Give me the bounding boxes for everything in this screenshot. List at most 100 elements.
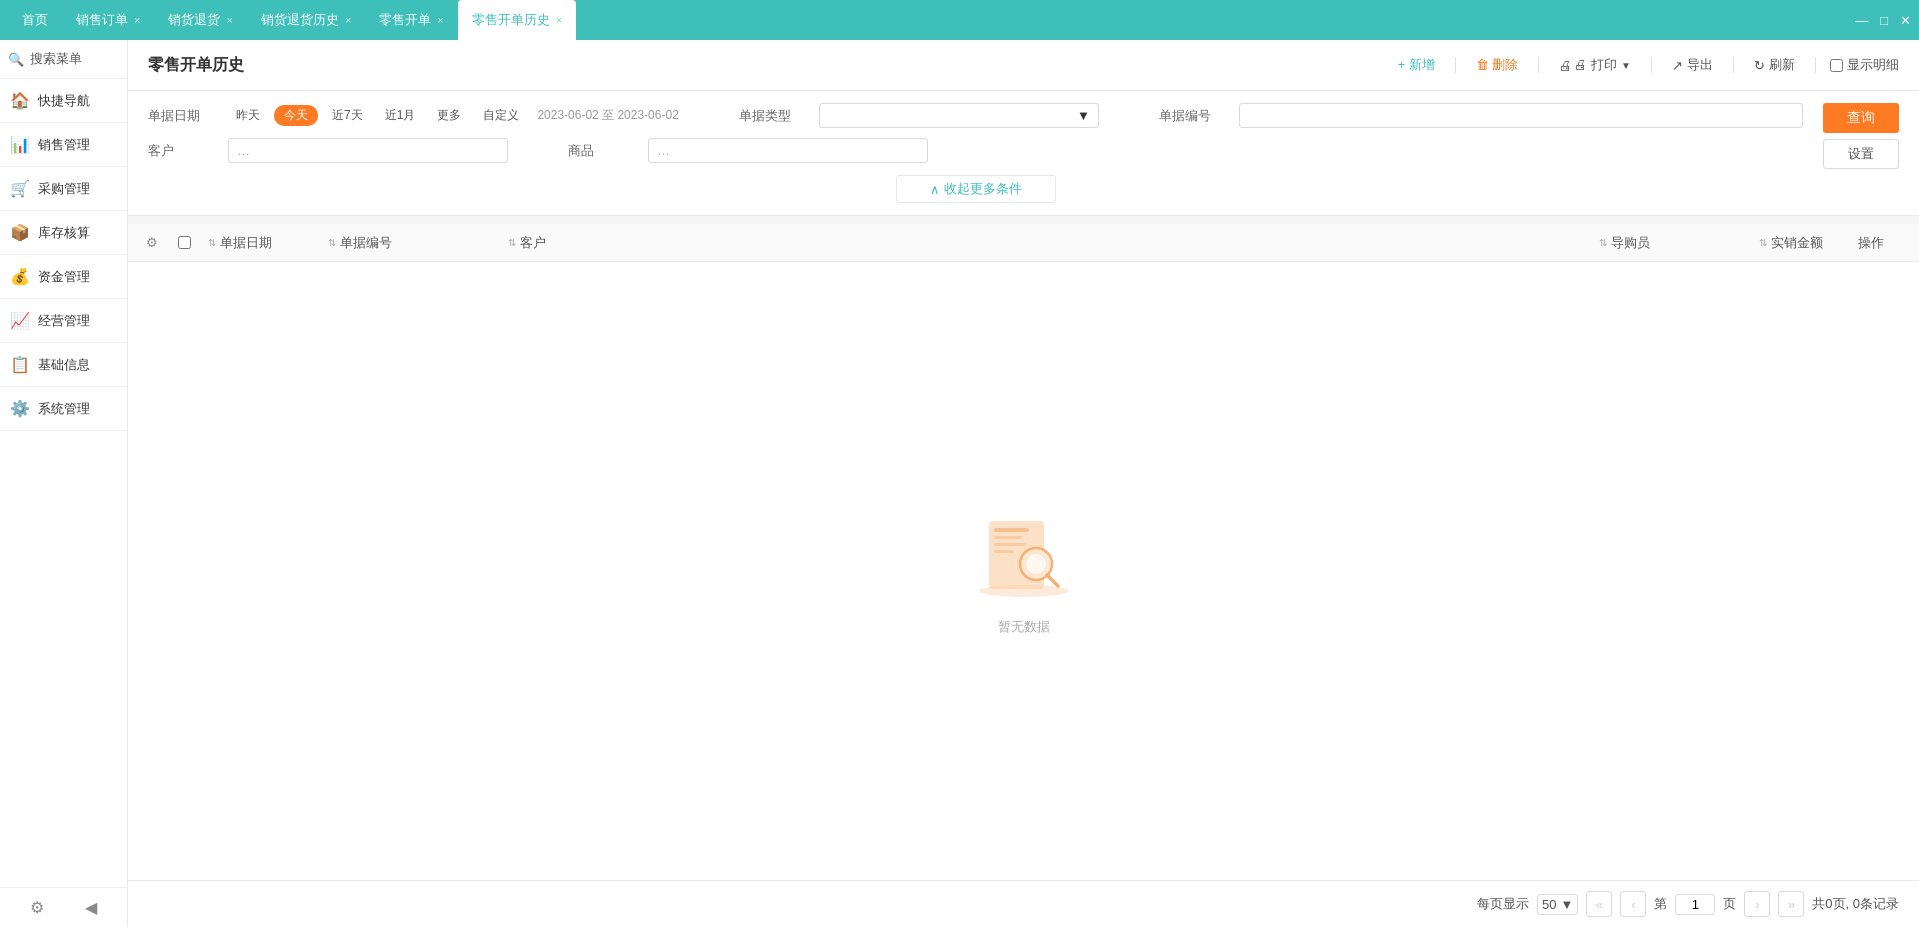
type-select[interactable]: ▼ <box>819 103 1099 128</box>
date-more[interactable]: 更多 <box>429 105 469 126</box>
date-today[interactable]: 今天 <box>274 105 318 126</box>
page-word: 第 <box>1654 895 1667 913</box>
collapse-icon: ∧ <box>930 182 940 197</box>
col-header-guide[interactable]: ⇅ 导购员 <box>1591 234 1711 252</box>
display-label: 显示明细 <box>1847 56 1899 74</box>
refresh-button[interactable]: ↻ 刷新 <box>1748 52 1801 78</box>
column-settings-icon[interactable]: ⚙ <box>136 235 168 250</box>
sidebar-icon-operations: 📈 <box>10 311 30 330</box>
collapse-button[interactable]: ∧ 收起更多条件 <box>896 175 1056 203</box>
action-buttons: 查询 设置 <box>1823 103 1899 169</box>
tab-close-retail-open[interactable]: × <box>437 14 443 26</box>
sidebar-item-sales[interactable]: 📊销售管理 <box>0 123 127 167</box>
sort-asc-icon: ⇅ <box>208 237 216 248</box>
header-checkbox[interactable] <box>178 236 191 249</box>
tab-home[interactable]: 首页 <box>8 0 62 40</box>
col-date-label: 单据日期 <box>220 234 272 252</box>
customer-input[interactable]: … <box>228 138 508 163</box>
tab-sales-order[interactable]: 销售订单× <box>62 0 154 40</box>
svg-point-9 <box>1028 556 1034 562</box>
date-yesterday[interactable]: 昨天 <box>228 105 268 126</box>
tab-close-sales-return-history[interactable]: × <box>345 14 351 26</box>
page-header: 零售开单历史 + 新增 🗑 删除 🖨 🖨 打印 ▼ ↗ 导出 ↻ <box>128 40 1919 91</box>
col-header-date[interactable]: ⇅ 单据日期 <box>200 234 320 252</box>
window-controls: — □ ✕ <box>1855 13 1911 28</box>
divider5 <box>1815 57 1816 73</box>
sidebar-item-system[interactable]: ⚙️系统管理 <box>0 387 127 431</box>
per-page-select[interactable]: 50 ▼ <box>1537 894 1578 915</box>
sidebar-item-finance[interactable]: 💰资金管理 <box>0 255 127 299</box>
divider3 <box>1651 57 1652 73</box>
col-num-label: 单据编号 <box>340 234 392 252</box>
export-button[interactable]: ↗ 导出 <box>1666 52 1719 78</box>
sidebar-icon-purchase: 🛒 <box>10 179 30 198</box>
minimize-btn[interactable]: — <box>1855 13 1868 28</box>
delete-button[interactable]: 🗑 删除 <box>1470 52 1525 78</box>
next-page-btn[interactable]: › <box>1744 891 1770 917</box>
svg-rect-5 <box>994 550 1014 553</box>
print-chevron: ▼ <box>1621 60 1631 71</box>
sidebar-search[interactable]: 🔍 搜索菜单 <box>0 40 127 79</box>
sidebar-item-inventory[interactable]: 📦库存核算 <box>0 211 127 255</box>
empty-illustration <box>964 506 1084 606</box>
sidebar-icon-finance: 💰 <box>10 267 30 286</box>
sidebar-item-basic-info[interactable]: 📋基础信息 <box>0 343 127 387</box>
sidebar-item-quick-nav[interactable]: 🏠快捷导航 <box>0 79 127 123</box>
tab-close-retail-history[interactable]: × <box>556 14 562 26</box>
sidebar-item-operations[interactable]: 📈经营管理 <box>0 299 127 343</box>
table-header: ⚙ ⇅ 单据日期 ⇅ 单据编号 ⇅ 客户 ⇅ 导购员 <box>128 224 1919 262</box>
print-label: 🖨 打印 <box>1574 56 1617 74</box>
print-button[interactable]: 🖨 🖨 打印 ▼ <box>1553 52 1637 78</box>
tab-retail-history[interactable]: 零售开单历史× <box>458 0 576 40</box>
sidebar: 🔍 搜索菜单 🏠快捷导航📊销售管理🛒采购管理📦库存核算💰资金管理📈经营管理📋基础… <box>0 40 128 927</box>
tab-close-sales-order[interactable]: × <box>134 14 140 26</box>
maximize-btn[interactable]: □ <box>1880 13 1888 28</box>
close-btn[interactable]: ✕ <box>1900 13 1911 28</box>
sidebar-icon-inventory: 📦 <box>10 223 30 242</box>
number-input[interactable] <box>1239 103 1803 128</box>
collapse-footer-icon[interactable]: ◀ <box>85 898 97 917</box>
col-header-amount[interactable]: ⇅ 实销金额 <box>1711 234 1831 252</box>
tab-sales-return-history[interactable]: 销货退货历史× <box>247 0 365 40</box>
col-guide-label: 导购员 <box>1611 234 1650 252</box>
sidebar-icon-sales: 📊 <box>10 135 30 154</box>
display-toggle[interactable]: 显示明细 <box>1830 56 1899 74</box>
tab-retail-open[interactable]: 零售开单× <box>365 0 457 40</box>
prev-page-btn[interactable]: ‹ <box>1620 891 1646 917</box>
col-customer-label: 客户 <box>520 234 546 252</box>
col-amount-label: 实销金额 <box>1771 234 1823 252</box>
sort-guide-icon: ⇅ <box>1599 237 1607 248</box>
tab-close-sales-return[interactable]: × <box>226 14 232 26</box>
page-number-input[interactable] <box>1675 894 1715 915</box>
last-page-btn[interactable]: » <box>1778 891 1804 917</box>
customer-placeholder: … <box>237 143 250 158</box>
search-icon: 🔍 <box>8 52 24 67</box>
first-page-btn[interactable]: « <box>1586 891 1612 917</box>
col-header-number[interactable]: ⇅ 单据编号 <box>320 234 500 252</box>
sort-num-icon: ⇅ <box>328 237 336 248</box>
settings-button[interactable]: 设置 <box>1823 139 1899 169</box>
per-page-value: 50 <box>1542 897 1556 912</box>
query-button[interactable]: 查询 <box>1823 103 1899 133</box>
add-button[interactable]: + 新增 <box>1392 52 1441 78</box>
sidebar-footer: ⚙ ◀ <box>0 887 127 927</box>
select-all-checkbox[interactable] <box>168 236 200 249</box>
number-label: 单据编号 <box>1159 107 1219 125</box>
date-7days[interactable]: 近7天 <box>324 105 371 126</box>
col-header-customer[interactable]: ⇅ 客户 <box>500 234 1591 252</box>
divider2 <box>1538 57 1539 73</box>
date-custom[interactable]: 自定义 <box>475 105 527 126</box>
display-checkbox[interactable] <box>1830 59 1843 72</box>
svg-rect-2 <box>994 528 1029 532</box>
sort-amount-icon: ⇅ <box>1759 237 1767 248</box>
date-1month[interactable]: 近1月 <box>377 105 424 126</box>
per-page-label: 每页显示 <box>1477 895 1529 913</box>
tab-sales-return[interactable]: 销货退货× <box>154 0 246 40</box>
content-area: 零售开单历史 + 新增 🗑 删除 🖨 🖨 打印 ▼ ↗ 导出 ↻ <box>128 40 1919 927</box>
sidebar-item-purchase[interactable]: 🛒采购管理 <box>0 167 127 211</box>
sidebar-items: 🏠快捷导航📊销售管理🛒采购管理📦库存核算💰资金管理📈经营管理📋基础信息⚙️系统管… <box>0 79 127 431</box>
goods-input[interactable]: … <box>648 138 928 163</box>
settings-footer-icon[interactable]: ⚙ <box>30 898 44 917</box>
divider4 <box>1733 57 1734 73</box>
main-layout: 🔍 搜索菜单 🏠快捷导航📊销售管理🛒采购管理📦库存核算💰资金管理📈经营管理📋基础… <box>0 40 1919 927</box>
